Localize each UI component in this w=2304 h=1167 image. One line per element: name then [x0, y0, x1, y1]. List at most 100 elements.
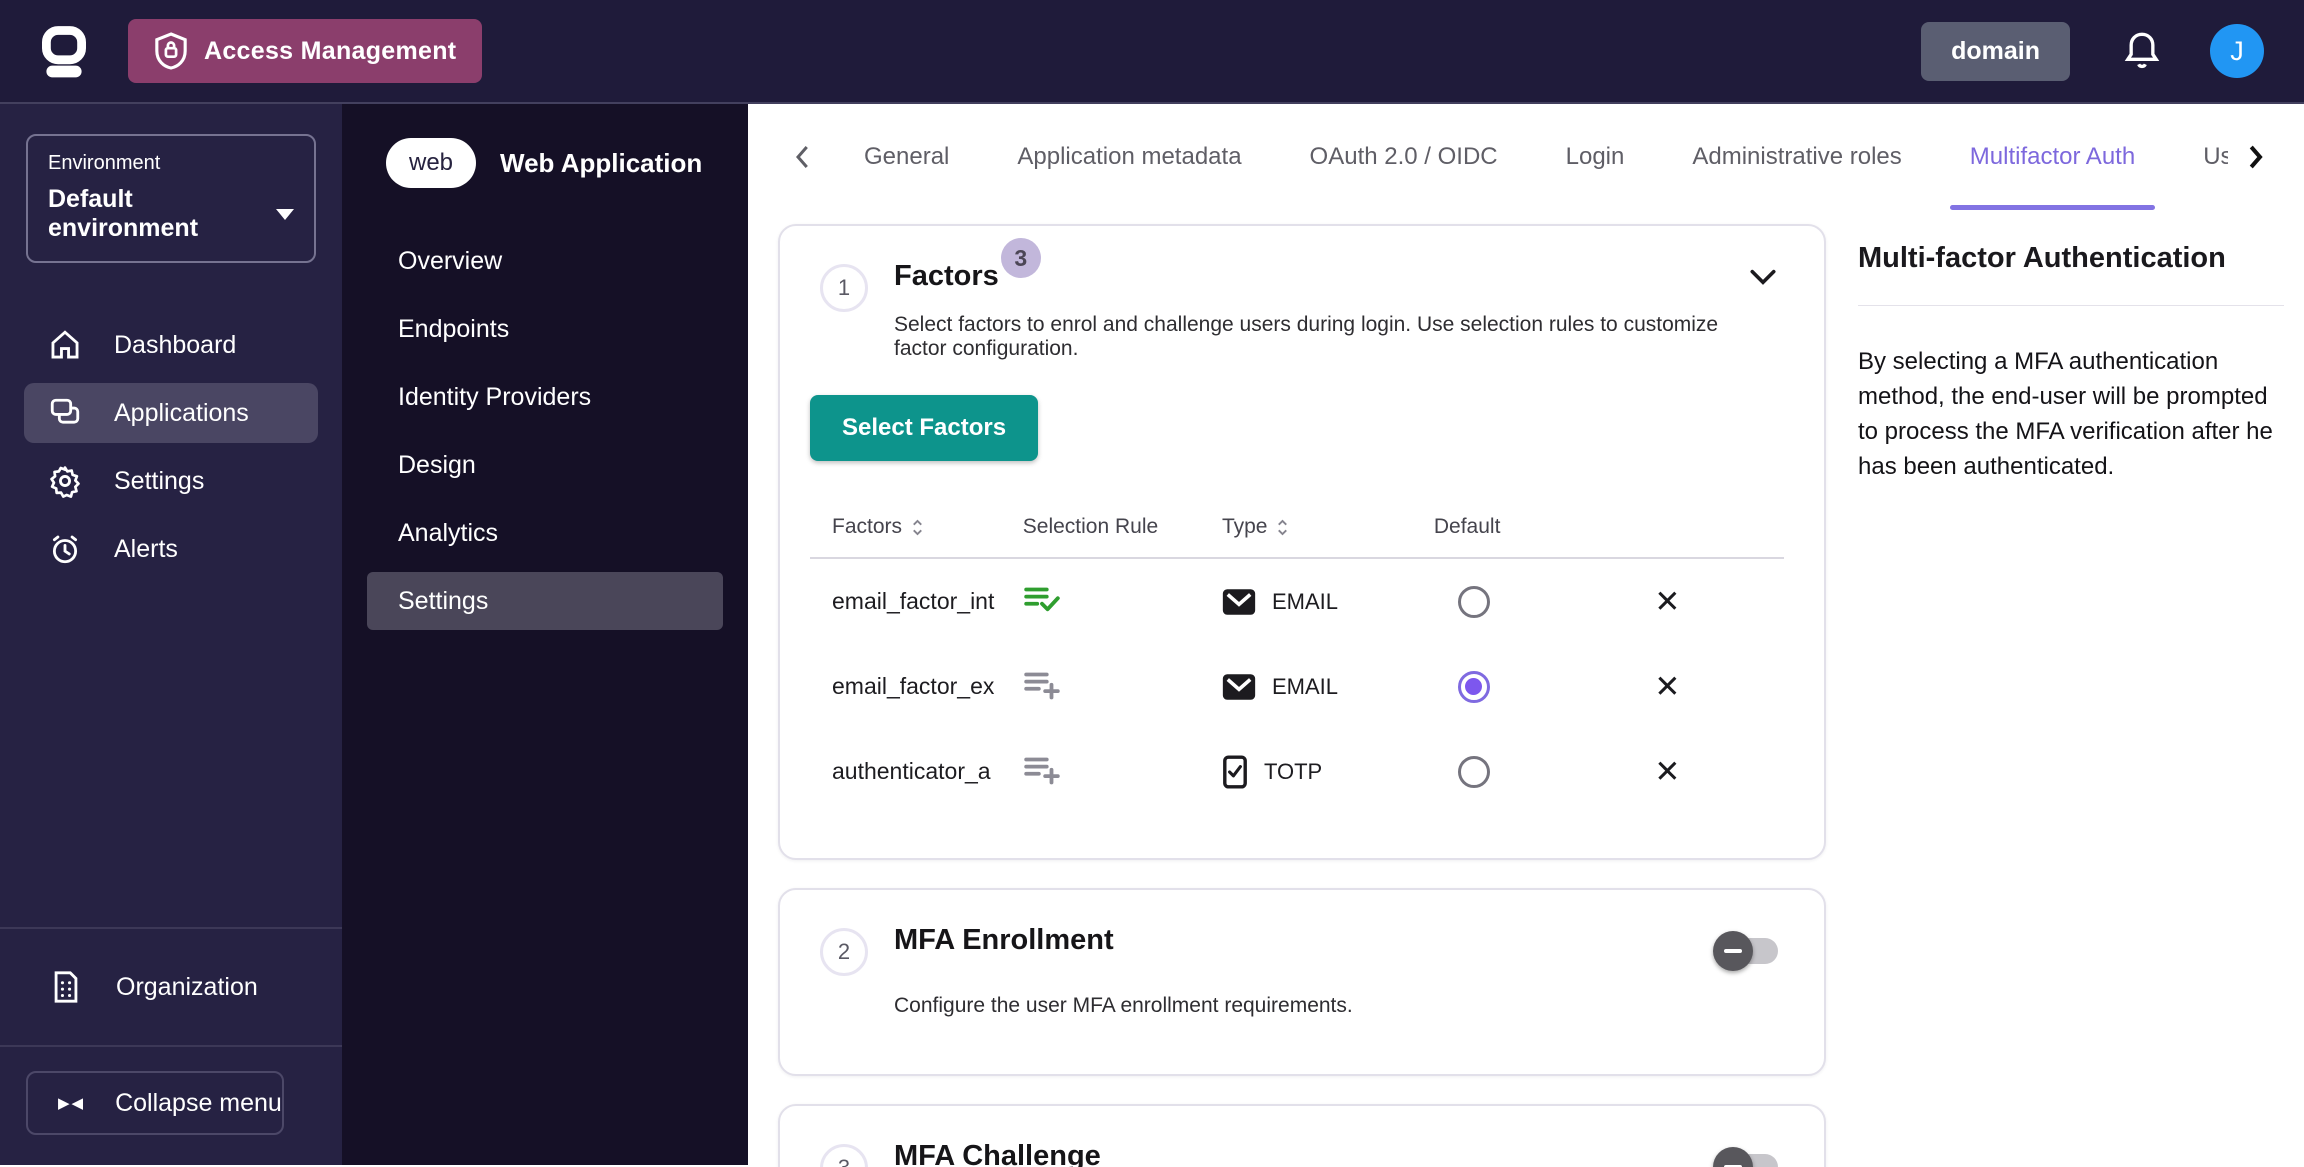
tab-application-metadata[interactable]: Application metadata	[983, 104, 1275, 210]
tabs-strip: General Application metadata OAuth 2.0 /…	[830, 104, 2304, 210]
column-header-selection-rule: Selection Rule	[1023, 501, 1222, 558]
app-name: Web Application	[500, 148, 702, 179]
mfa-challenge-toggle[interactable]	[1716, 1154, 1778, 1167]
sidebar-item-dashboard[interactable]: Dashboard	[24, 315, 318, 375]
remove-factor-icon[interactable]: ✕	[1628, 754, 1680, 789]
factors-description: Select factors to enrol and challenge us…	[894, 313, 1742, 361]
application-header: web Web Application	[342, 138, 748, 188]
sidebar-item-label: Organization	[116, 973, 258, 1002]
default-radio[interactable]	[1458, 671, 1490, 703]
tab-administrative-roles[interactable]: Administrative roles	[1658, 104, 1935, 210]
default-radio[interactable]	[1458, 586, 1490, 618]
collapse-menu-label: Collapse menu	[115, 1089, 282, 1118]
tab-login[interactable]: Login	[1532, 104, 1659, 210]
remove-factor-icon[interactable]: ✕	[1628, 584, 1680, 619]
chevron-down-icon	[276, 209, 294, 220]
sidebar-item-label: Dashboard	[114, 331, 236, 360]
remove-factor-icon[interactable]: ✕	[1628, 669, 1680, 704]
toggle-thumb-off-icon	[1713, 1147, 1753, 1167]
appnav-item-overview[interactable]: Overview	[367, 232, 723, 290]
tab-label: Multifactor Auth	[1970, 143, 2135, 171]
appnav-item-endpoints[interactable]: Endpoints	[367, 300, 723, 358]
column-header-actions	[1628, 501, 1784, 558]
applications-icon	[48, 396, 82, 430]
domain-button[interactable]: domain	[1921, 22, 2070, 81]
primary-sidebar: Environment Default environment Dashboar…	[0, 104, 342, 1165]
mfa-enrollment-toggle[interactable]	[1716, 938, 1778, 964]
home-icon	[48, 328, 82, 362]
environment-label: Environment	[48, 152, 294, 175]
factor-row: email_factor_ex	[810, 644, 1784, 729]
sidebar-divider	[0, 1045, 342, 1047]
sidebar-item-settings[interactable]: Settings	[24, 451, 318, 511]
tab-label: OAuth 2.0 / OIDC	[1310, 143, 1498, 171]
section-collapse-chevron-icon[interactable]	[1742, 260, 1784, 299]
factors-title: Factors 3	[894, 260, 999, 293]
collapse-icon: ▶◀	[58, 1094, 85, 1112]
help-panel-title: Multi-factor Authentication	[1858, 242, 2284, 275]
mfa-enrollment-card: 2 MFA Enrollment Configure the user MFA …	[778, 888, 1826, 1076]
mfa-challenge-title: MFA Challenge	[894, 1140, 1101, 1167]
factors-table: Factors Selection Rule	[810, 501, 1784, 814]
step-number: 3	[820, 1144, 868, 1167]
topbar: Access Management domain J	[0, 0, 2304, 104]
playlist-add-icon[interactable]	[1023, 753, 1061, 785]
factor-row: authenticator_a	[810, 729, 1784, 814]
appnav-item-identity-providers[interactable]: Identity Providers	[367, 368, 723, 426]
playlist-add-icon[interactable]	[1023, 668, 1061, 700]
column-header-default: Default	[1434, 501, 1629, 558]
factor-type: EMAIL	[1272, 589, 1338, 615]
avatar[interactable]: J	[2210, 24, 2264, 78]
column-header-type[interactable]: Type	[1222, 501, 1434, 558]
shield-lock-icon	[154, 32, 188, 70]
select-factors-button[interactable]: Select Factors	[810, 395, 1038, 461]
help-panel: Multi-factor Authentication By selecting…	[1858, 224, 2304, 1167]
sidebar-item-label: Applications	[114, 399, 249, 428]
tabs-scroll-left[interactable]	[776, 104, 830, 210]
step-number: 1	[820, 264, 868, 312]
environment-value: Default environment	[48, 185, 262, 243]
playlist-check-icon[interactable]	[1023, 583, 1061, 615]
alarm-icon	[48, 532, 82, 566]
gravitee-logo	[40, 22, 88, 80]
sidebar-item-alerts[interactable]: Alerts	[24, 519, 318, 579]
appnav-item-label: Design	[398, 451, 476, 480]
appnav-item-design[interactable]: Design	[367, 436, 723, 494]
access-management-badge[interactable]: Access Management	[128, 19, 482, 83]
tab-multifactor-auth[interactable]: Multifactor Auth	[1936, 104, 2169, 210]
tab-label: Application metadata	[1017, 143, 1241, 171]
factors-card: 1 Factors 3 Select factors to enrol and …	[778, 224, 1826, 860]
toggle-thumb-off-icon	[1713, 931, 1753, 971]
tab-oauth-oidc[interactable]: OAuth 2.0 / OIDC	[1276, 104, 1532, 210]
app-type-pill: web	[386, 138, 476, 188]
main-content: General Application metadata OAuth 2.0 /…	[748, 104, 2304, 1165]
factor-name: authenticator_a	[832, 758, 1008, 785]
sidebar-item-label: Alerts	[114, 535, 178, 564]
default-radio[interactable]	[1458, 756, 1490, 788]
tab-label: Administrative roles	[1692, 143, 1901, 171]
sidebar-item-applications[interactable]: Applications	[24, 383, 318, 443]
appnav-item-settings[interactable]: Settings	[367, 572, 723, 630]
sort-icon	[910, 517, 925, 538]
product-badge-label: Access Management	[204, 37, 456, 66]
mfa-enrollment-title: MFA Enrollment	[894, 924, 1114, 957]
sidebar-item-organization[interactable]: Organization	[0, 929, 342, 1045]
factor-name: email_factor_int	[832, 588, 1008, 615]
factor-type: TOTP	[1264, 759, 1322, 785]
appnav-item-label: Identity Providers	[398, 383, 591, 412]
collapse-menu-button[interactable]: ▶◀ Collapse menu	[26, 1071, 284, 1135]
gear-icon	[48, 464, 82, 498]
appnav-item-analytics[interactable]: Analytics	[367, 504, 723, 562]
organization-icon	[50, 970, 82, 1004]
sort-icon	[1275, 517, 1290, 538]
column-header-factors[interactable]: Factors	[810, 501, 1023, 558]
tab-general[interactable]: General	[830, 104, 983, 210]
environment-selector[interactable]: Environment Default environment	[26, 134, 316, 263]
appnav-item-label: Analytics	[398, 519, 498, 548]
tab-label: General	[864, 143, 949, 171]
bell-icon[interactable]	[2122, 29, 2162, 73]
email-icon	[1222, 673, 1256, 701]
application-sidebar: web Web Application Overview Endpoints I…	[342, 104, 748, 1165]
tabs-scroll-right[interactable]	[2228, 104, 2282, 210]
email-icon	[1222, 588, 1256, 616]
